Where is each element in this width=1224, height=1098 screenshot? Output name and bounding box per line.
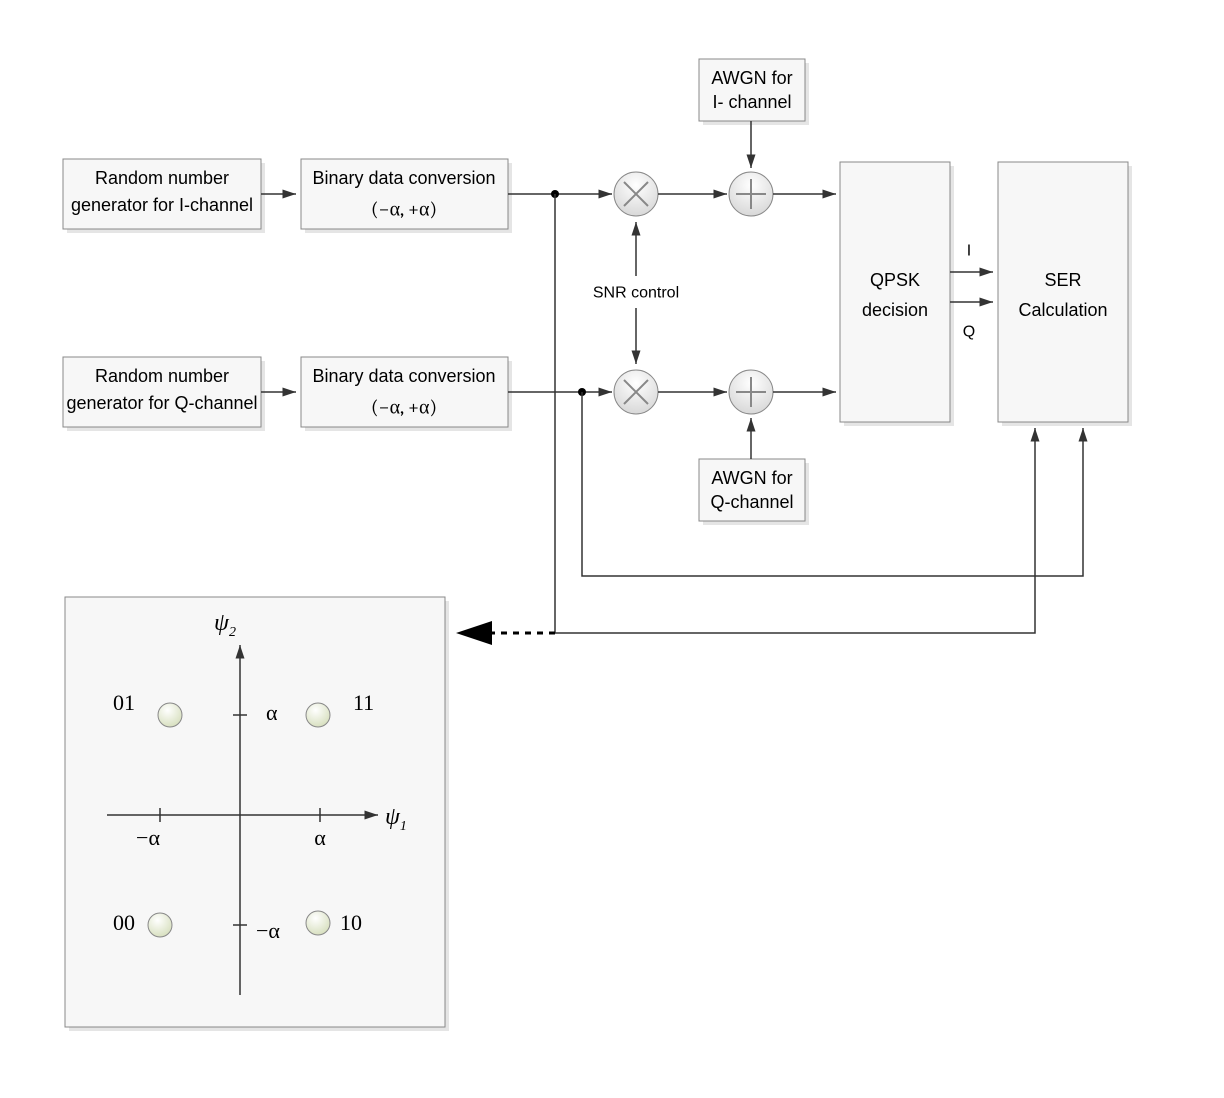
- tick-neg-alpha-y: −α: [256, 918, 280, 943]
- ser-line2: Calculation: [1018, 300, 1107, 320]
- block-awgn-i: AWGN for I- channel: [699, 59, 809, 125]
- conv-i-line1: Binary data conversion: [312, 168, 495, 188]
- rng-i-line2: generator for I-channel: [71, 195, 253, 215]
- block-ser: SER Calculation: [998, 162, 1132, 426]
- const-point-11: [306, 703, 330, 727]
- multiplier-q: [614, 370, 658, 414]
- tick-pos-alpha-x: α: [314, 825, 326, 850]
- snr-control-label: SNR control: [593, 285, 679, 302]
- const-point-10: [306, 911, 330, 935]
- tick-pos-alpha-y: α: [266, 700, 278, 725]
- multiplier-i: [614, 172, 658, 216]
- qpsk-line1: QPSK: [870, 270, 920, 290]
- awgn-q-line2: Q-channel: [710, 492, 793, 512]
- q-channel-label: Q: [963, 324, 975, 341]
- rng-i-line1: Random number: [95, 168, 229, 188]
- block-conv-q: Binary data conversion (−α, +α): [301, 357, 512, 431]
- awgn-q-line1: AWGN for: [711, 468, 792, 488]
- rng-q-line2: generator for Q-channel: [66, 393, 257, 413]
- conv-q-line2: (−α, +α): [371, 396, 437, 419]
- block-rng-q: Random number generator for Q-channel: [63, 357, 265, 431]
- conv-i-line2: (−α, +α): [371, 198, 437, 221]
- awgn-i-line1: AWGN for: [711, 68, 792, 88]
- ser-line1: SER: [1044, 270, 1081, 290]
- label-00: 00: [113, 910, 135, 935]
- qpsk-line2: decision: [862, 300, 928, 320]
- label-10: 10: [340, 910, 362, 935]
- tick-neg-alpha-x: −α: [136, 825, 160, 850]
- const-point-00: [148, 913, 172, 937]
- adder-q: [729, 370, 773, 414]
- block-conv-i: Binary data conversion (−α, +α): [301, 159, 512, 233]
- block-awgn-q: AWGN for Q-channel: [699, 459, 809, 525]
- block-rng-i: Random number generator for I-channel: [63, 159, 265, 233]
- constellation-diagram: −α α α −α ψ1 ψ2 01 11 00 10: [65, 597, 449, 1031]
- label-11: 11: [353, 690, 374, 715]
- block-qpsk: QPSK decision: [840, 162, 954, 426]
- const-point-01: [158, 703, 182, 727]
- adder-i: [729, 172, 773, 216]
- awgn-i-line2: I- channel: [712, 92, 791, 112]
- rng-q-line1: Random number: [95, 366, 229, 386]
- i-channel-label: I: [967, 243, 971, 260]
- label-01: 01: [113, 690, 135, 715]
- conv-q-line1: Binary data conversion: [312, 366, 495, 386]
